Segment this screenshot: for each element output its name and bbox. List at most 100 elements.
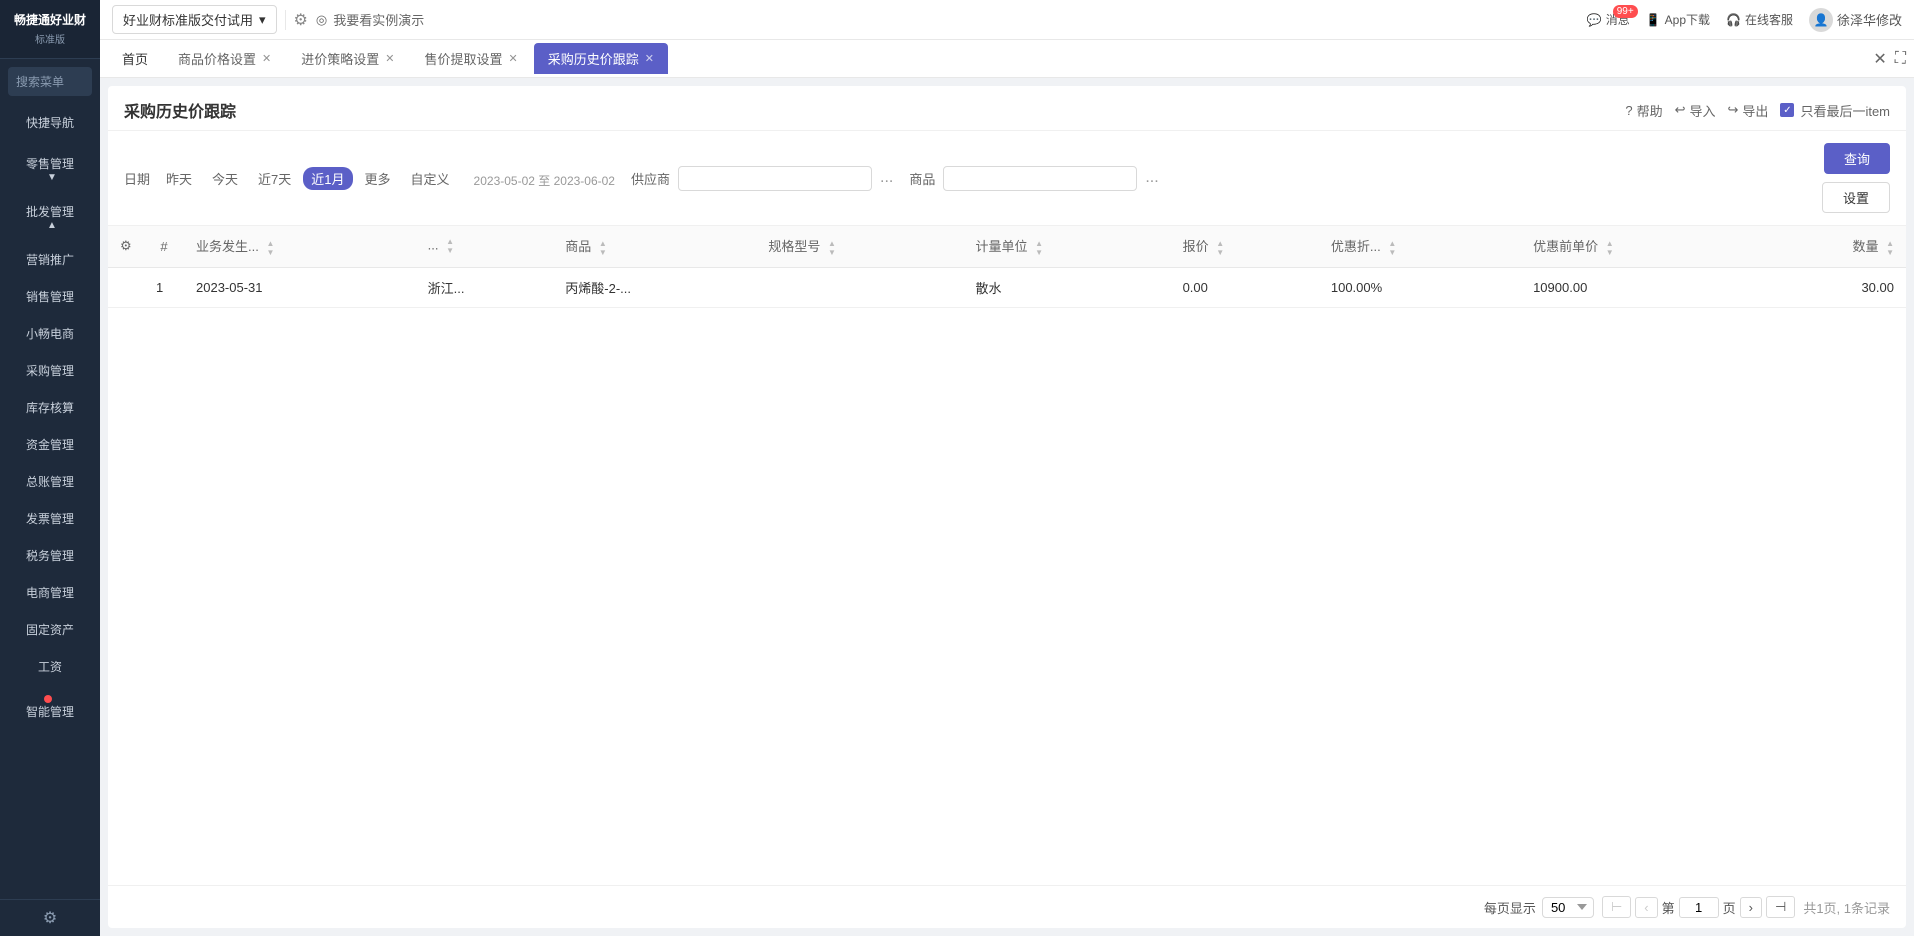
sidebar-item-总账管理[interactable]: 总账管理 — [0, 463, 100, 500]
sidebar-item-label: 营销推广 — [26, 251, 74, 268]
sidebar-item-零售管理[interactable]: 零售管理▼ — [0, 145, 100, 193]
avatar: 👤 — [1809, 8, 1833, 32]
supplier-ellipsis[interactable]: ... — [880, 169, 893, 187]
date-option-昨天[interactable]: 昨天 — [158, 167, 200, 190]
page-prev-button[interactable]: ‹ — [1635, 897, 1657, 918]
dot-indicator — [44, 695, 52, 703]
sidebar-item-label: 税务管理 — [26, 547, 74, 564]
gear-icon[interactable]: ⚙ — [120, 238, 132, 253]
tab-close-icon[interactable]: ✕ — [645, 52, 654, 65]
th-date[interactable]: 业务发生... ▲▼ — [184, 226, 416, 267]
page-container: 采购历史价跟踪 ? 帮助 ↩ 导入 ↪ 导出 ✓ — [108, 86, 1906, 928]
sidebar-item-label: 电商管理 — [26, 584, 74, 601]
product-selector[interactable]: 好业财标准版交付试用 ▾ — [112, 5, 277, 34]
filter-settings-button[interactable]: 设置 — [1822, 182, 1890, 213]
message-icon: 💬 — [1587, 13, 1602, 27]
supplier-input[interactable] — [678, 166, 872, 191]
demo-button[interactable]: ◎ 我要看实例演示 — [316, 10, 424, 29]
page-first-button[interactable]: ⊢ — [1602, 896, 1631, 918]
page-next-button[interactable]: › — [1740, 897, 1762, 918]
date-option-更多[interactable]: 更多 — [357, 167, 399, 190]
tab-进价策略设置[interactable]: 进价策略设置✕ — [287, 43, 408, 74]
tab-close-icon[interactable]: ✕ — [385, 52, 394, 65]
sidebar-item-label: 批发管理 — [26, 203, 74, 220]
settings-icon-topbar[interactable]: ⚙ — [294, 10, 308, 30]
export-button[interactable]: ↪ 导出 — [1728, 101, 1769, 120]
table-header-row: ⚙ # 业务发生... ▲▼ ... ▲▼ 商品 ▲▼ 规格型号 ▲▼ 计量单位… — [108, 226, 1906, 267]
user-menu-button[interactable]: 👤 徐泽华修改 — [1809, 8, 1902, 32]
checkbox-icon: ✓ — [1780, 103, 1794, 117]
th-price[interactable]: 报价 ▲▼ — [1171, 226, 1319, 267]
sidebar-item-库存核算[interactable]: 库存核算 — [0, 389, 100, 426]
tab-售价提取设置[interactable]: 售价提取设置✕ — [410, 43, 531, 74]
tab-label: 商品价格设置 — [178, 49, 256, 68]
sidebar-item-销售管理[interactable]: 销售管理 — [0, 278, 100, 315]
tabbar-right: ✕ ⛶ — [1873, 49, 1906, 69]
th-spec[interactable]: 规格型号 ▲▼ — [756, 226, 963, 267]
online-service-button[interactable]: 🎧 在线客服 — [1726, 11, 1793, 28]
sidebar-item-发票管理[interactable]: 发票管理 — [0, 500, 100, 537]
product-selector-text: 好业财标准版交付试用 — [123, 10, 253, 29]
tab-采购历史价跟踪[interactable]: 采购历史价跟踪✕ — [534, 43, 668, 74]
sidebar-item-label: 资金管理 — [26, 436, 74, 453]
product-ellipsis[interactable]: ... — [1145, 169, 1158, 187]
tab-首页[interactable]: 首页 — [108, 43, 162, 74]
import-icon: ↩ — [1675, 102, 1686, 118]
query-button[interactable]: 查询 — [1824, 143, 1890, 174]
sidebar-item-小畅电商[interactable]: 小畅电商 — [0, 315, 100, 352]
page-last-button[interactable]: ⊣ — [1766, 896, 1795, 918]
table-body: 12023-05-31浙江...丙烯酸-2-...散水0.00100.00%10… — [108, 267, 1906, 307]
sidebar-item-税务管理[interactable]: 税务管理 — [0, 537, 100, 574]
sidebar-item-智能管理[interactable]: 智能管理 — [0, 685, 100, 730]
help-button[interactable]: ? 帮助 — [1625, 101, 1662, 120]
date-option-自定义[interactable]: 自定义 — [403, 167, 458, 190]
sidebar-item-label: 快捷导航 — [26, 114, 74, 131]
close-tab-button[interactable]: ✕ — [1873, 49, 1886, 69]
tab-商品价格设置[interactable]: 商品价格设置 ✕ — [164, 43, 285, 74]
sidebar-bottom: ⚙ — [0, 899, 100, 936]
sidebar-item-批发管理[interactable]: 批发管理▲ — [0, 193, 100, 241]
only-last-label: 只看最后一item — [1800, 101, 1890, 120]
only-last-checkbox[interactable]: ✓ 只看最后一item — [1780, 101, 1890, 120]
tab-close-icon[interactable]: ✕ — [509, 52, 518, 65]
date-option-近1月[interactable]: 近1月 — [303, 167, 352, 190]
app-download-button[interactable]: 📱 App下载 — [1646, 11, 1710, 28]
page-nav: ⊢ ‹ 第 页 › ⊣ — [1602, 896, 1795, 918]
th-qty[interactable]: 数量 ▲▼ — [1758, 226, 1906, 267]
app-download-label: App下载 — [1665, 11, 1710, 28]
help-icon: ? — [1625, 103, 1632, 118]
sidebar-search-area[interactable]: 搜索菜单 — [0, 59, 100, 104]
product-input[interactable] — [943, 166, 1137, 191]
sidebar-item-资金管理[interactable]: 资金管理 — [0, 426, 100, 463]
help-label: 帮助 — [1637, 101, 1663, 120]
th-product[interactable]: 商品 ▲▼ — [553, 226, 756, 267]
search-menu-button[interactable]: 搜索菜单 — [8, 67, 92, 96]
sidebar-item-工资[interactable]: 工资 — [0, 648, 100, 685]
import-button[interactable]: ↩ 导入 — [1675, 101, 1716, 120]
table-row: 12023-05-31浙江...丙烯酸-2-...散水0.00100.00%10… — [108, 267, 1906, 307]
filter-actions: 查询 设置 — [1822, 143, 1890, 213]
sidebar-gear-button[interactable]: ⚙ — [43, 908, 57, 928]
th-unit[interactable]: 计量单位 ▲▼ — [963, 226, 1170, 267]
per-page-select[interactable]: 50 100 200 — [1542, 897, 1594, 918]
page-unit: 页 — [1723, 898, 1736, 917]
th-gear: ⚙ — [108, 226, 144, 267]
page-input[interactable] — [1679, 897, 1719, 918]
expand-tab-button[interactable]: ⛶ — [1895, 50, 1906, 68]
sidebar-item-quick-nav[interactable]: 快捷导航 — [0, 104, 100, 141]
page-label: 第 — [1662, 898, 1675, 917]
messages-button[interactable]: 💬 消息 99+ — [1587, 11, 1630, 28]
tab-close-icon[interactable]: ✕ — [262, 52, 271, 65]
td-gear — [108, 267, 144, 307]
th-extra[interactable]: ... ▲▼ — [416, 226, 554, 267]
th-pre-price[interactable]: 优惠前单价 ▲▼ — [1521, 226, 1758, 267]
user-name: 徐泽华修改 — [1837, 10, 1902, 29]
date-option-近7天[interactable]: 近7天 — [250, 167, 299, 190]
th-discount[interactable]: 优惠折... ▲▼ — [1319, 226, 1521, 267]
date-range: 2023-05-02 至 2023-06-02 — [474, 172, 615, 189]
sidebar-item-营销推广[interactable]: 营销推广 — [0, 241, 100, 278]
sidebar-item-固定资产[interactable]: 固定资产 — [0, 611, 100, 648]
sidebar-item-采购管理[interactable]: 采购管理 — [0, 352, 100, 389]
date-option-今天[interactable]: 今天 — [204, 167, 246, 190]
sidebar-item-电商管理[interactable]: 电商管理 — [0, 574, 100, 611]
